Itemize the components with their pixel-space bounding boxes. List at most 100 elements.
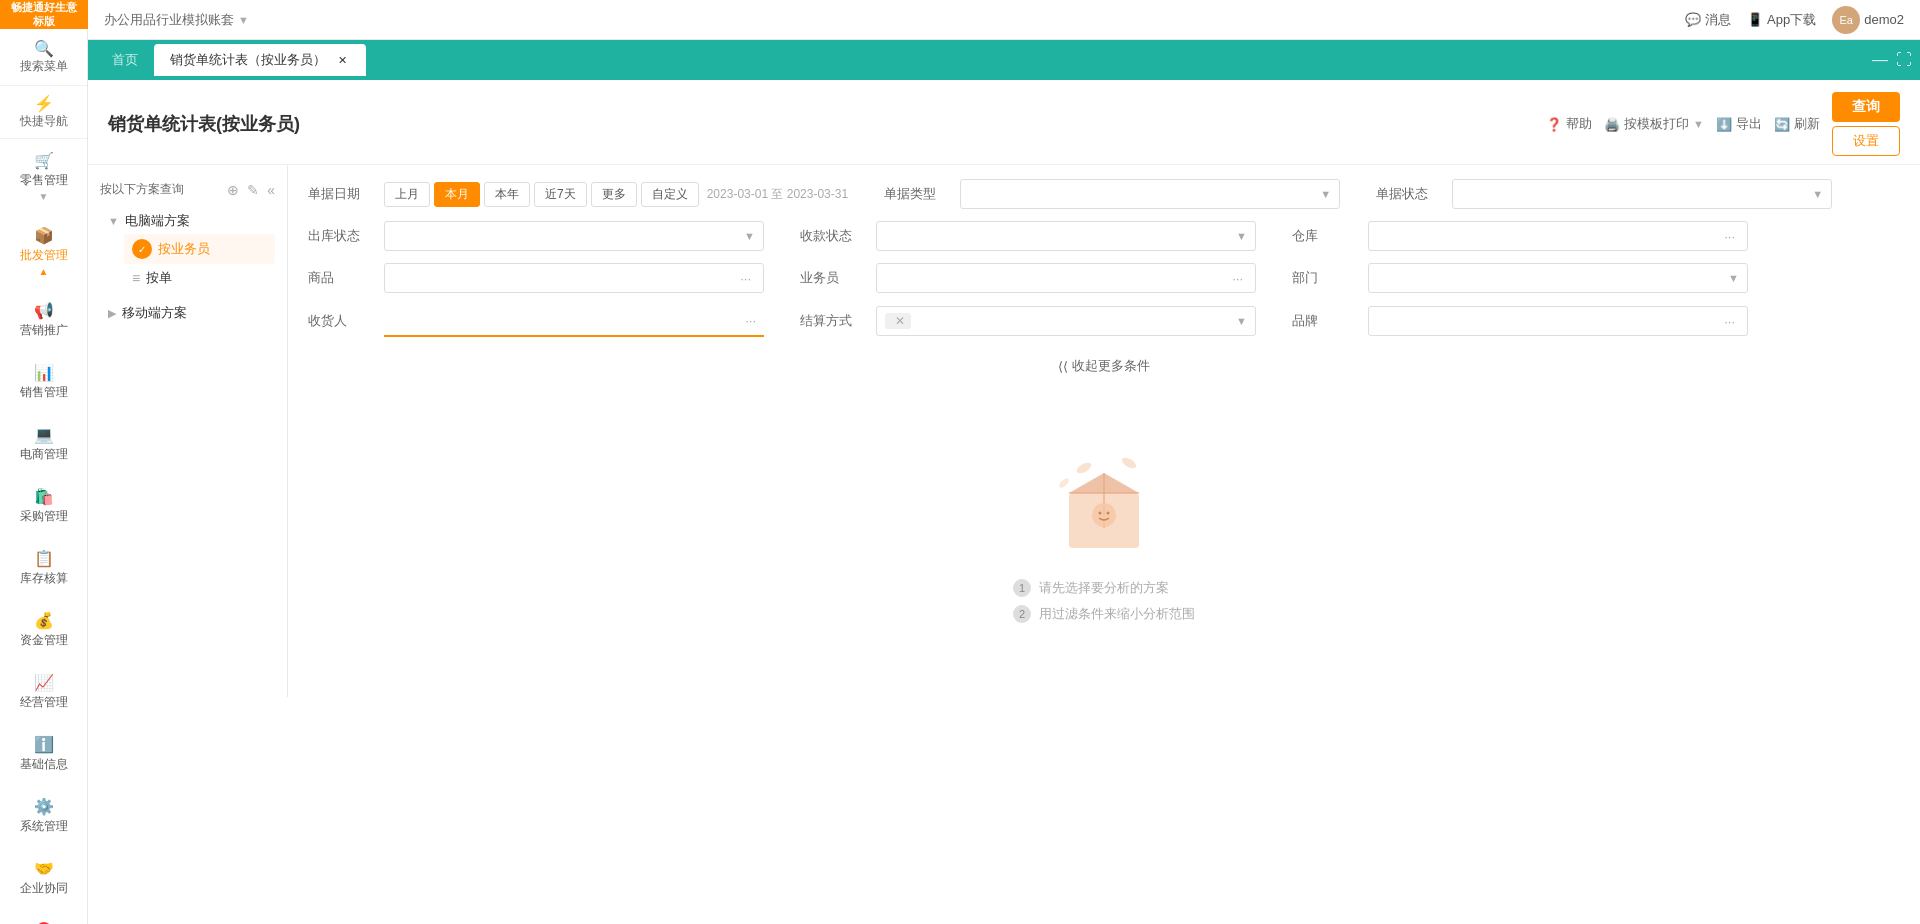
brand-dots-icon[interactable]: ···: [1720, 314, 1739, 329]
tab-maximize-icon[interactable]: ⛶: [1896, 51, 1912, 69]
template-print-btn[interactable]: 🖨️ 按模板打印 ▼: [1604, 115, 1704, 133]
sales-icon: 📊: [34, 363, 54, 382]
sidebar-search[interactable]: 🔍 搜索菜单: [0, 29, 87, 86]
salesman-dots-icon[interactable]: ···: [1228, 271, 1247, 286]
tab-sales-stat-label: 销货单统计表（按业务员）: [170, 51, 326, 69]
empty-state: 1 请先选择要分析的方案 2 用过滤条件来缩小分析范围: [308, 383, 1900, 683]
sidebar-item-ecommerce[interactable]: 💻 电商管理: [0, 413, 87, 475]
sidebar-item-management[interactable]: 📈 经营管理: [0, 661, 87, 723]
doc-type-select[interactable]: ▼: [960, 179, 1340, 209]
help-btn[interactable]: ❓ 帮助: [1546, 115, 1592, 133]
wholesale-icon: 📦: [34, 226, 54, 245]
date-btn-custom[interactable]: 自定义: [641, 182, 699, 207]
receiver-dots-icon[interactable]: ···: [741, 313, 760, 328]
svg-point-6: [1058, 477, 1071, 490]
settings-button[interactable]: 设置: [1832, 126, 1900, 156]
sidebar-item-system[interactable]: ⚙️ 系统管理: [0, 785, 87, 847]
left-panel-icons: ⊕ ✎ «: [227, 182, 275, 198]
print-icon: 🖨️: [1604, 117, 1620, 132]
tree-child-salesman[interactable]: ✓ 按业务员: [124, 234, 275, 264]
settlement-clear-icon[interactable]: ✕: [895, 314, 905, 328]
date-btn-last-month[interactable]: 上月: [384, 182, 430, 207]
goods-dots-icon[interactable]: ···: [736, 271, 755, 286]
guide-icon: 🎯: [34, 921, 54, 924]
sidebar-item-inventory[interactable]: 📋 库存核算: [0, 537, 87, 599]
sidebar-item-basic-info[interactable]: ℹ️ 基础信息: [0, 723, 87, 785]
cooperation-icon: 🤝: [34, 859, 54, 878]
tree-child-order[interactable]: ≡ 按单: [124, 264, 275, 292]
date-btn-7days[interactable]: 近7天: [534, 182, 587, 207]
tab-minimize-icon[interactable]: —: [1872, 51, 1888, 69]
chevron-right-icon: ▼: [39, 191, 49, 202]
topbar-left: 办公用品行业模拟账套 ▼: [104, 11, 249, 29]
warehouse-input[interactable]: ···: [1368, 221, 1748, 251]
tab-home-label: 首页: [112, 51, 138, 69]
dept-select[interactable]: ▼: [1368, 263, 1748, 293]
tab-close-icon[interactable]: ✕: [334, 52, 350, 68]
ecommerce-icon: 💻: [34, 425, 54, 444]
sidebar-item-guide[interactable]: 🎯 新手引导: [0, 909, 87, 924]
page: 销货单统计表(按业务员) ❓ 帮助 🖨️ 按模板打印 ▼ ⬇️ 导出: [88, 80, 1920, 924]
app-download-btn[interactable]: 📱 App下载: [1747, 11, 1816, 29]
date-range-display: 2023-03-01 至 2023-03-31: [707, 186, 848, 203]
sidebar-item-wholesale[interactable]: 📦 批发管理 ▲: [0, 214, 87, 289]
tree-desktop-label[interactable]: ▼ 电脑端方案: [100, 208, 275, 234]
refresh-icon: 🔄: [1774, 117, 1790, 132]
message-btn[interactable]: 💬 消息: [1685, 11, 1731, 29]
settlement-badge: ✕: [885, 313, 911, 329]
date-btn-this-year[interactable]: 本年: [484, 182, 530, 207]
svg-point-4: [1075, 461, 1093, 476]
goods-input[interactable]: ···: [384, 263, 764, 293]
user-menu[interactable]: Ea demo2: [1832, 6, 1904, 34]
purchase-icon: 🛍️: [34, 487, 54, 506]
tab-sales-stat[interactable]: 销货单统计表（按业务员） ✕: [154, 44, 366, 76]
edit-scheme-icon[interactable]: ✎: [247, 182, 259, 198]
chevron-down-icon: ▼: [238, 14, 249, 26]
sidebar-item-retail[interactable]: 🛒 零售管理 ▼: [0, 139, 87, 214]
salesman-input[interactable]: ···: [876, 263, 1256, 293]
filter-row-4: 收货人 ··· 结算方式 ✕: [308, 305, 1900, 337]
export-btn[interactable]: ⬇️ 导出: [1716, 115, 1762, 133]
out-status-select[interactable]: ▼: [384, 221, 764, 251]
marketing-icon: 📢: [34, 301, 54, 320]
basic-info-icon: ℹ️: [34, 735, 54, 754]
page-title: 销货单统计表(按业务员): [108, 112, 300, 136]
sidebar-item-purchase[interactable]: 🛍️ 采购管理: [0, 475, 87, 537]
query-button[interactable]: 查询: [1832, 92, 1900, 122]
tab-home[interactable]: 首页: [96, 44, 154, 76]
sidebar-item-sales[interactable]: 📊 销售管理: [0, 351, 87, 413]
receiver-input[interactable]: [388, 305, 741, 335]
topbar: 办公用品行业模拟账套 ▼ 💬 消息 📱 App下载 Ea demo2: [88, 0, 1920, 40]
tree-desktop-children: ✓ 按业务员 ≡ 按单: [100, 234, 275, 292]
collapse-filters-btn[interactable]: ⟨⟨ 收起更多条件: [308, 349, 1900, 383]
collapse-panel-icon[interactable]: «: [267, 182, 275, 198]
receive-status-chevron-icon: ▼: [1236, 230, 1247, 242]
order-icon: ≡: [132, 270, 140, 286]
receive-status-select[interactable]: ▼: [876, 221, 1256, 251]
sidebar-item-marketing[interactable]: 📢 营销推广: [0, 289, 87, 351]
empty-step-1: 1 请先选择要分析的方案: [1013, 579, 1169, 597]
help-icon: ❓: [1546, 117, 1562, 132]
sidebar-item-cooperation[interactable]: 🤝 企业协同: [0, 847, 87, 909]
svg-point-7: [1092, 503, 1116, 527]
brand-input[interactable]: ···: [1368, 306, 1748, 336]
chevron-up-icon: ▲: [39, 266, 49, 277]
tree-desktop-node: ▼ 电脑端方案 ✓ 按业务员 ≡ 按单: [88, 204, 287, 296]
doc-status-chevron-icon: ▼: [1812, 188, 1823, 200]
sidebar-quick-nav[interactable]: ⚡ 快捷导航: [0, 86, 87, 139]
doc-status-select[interactable]: ▼: [1452, 179, 1832, 209]
doc-type-chevron-icon: ▼: [1320, 188, 1331, 200]
tree-mobile-label[interactable]: ▶ 移动端方案: [100, 300, 275, 326]
date-btn-this-month[interactable]: 本月: [434, 182, 480, 207]
export-icon: ⬇️: [1716, 117, 1732, 132]
date-btn-more[interactable]: 更多: [591, 182, 637, 207]
sidebar-item-finance[interactable]: 💰 资金管理: [0, 599, 87, 661]
company-selector[interactable]: 办公用品行业模拟账套 ▼: [104, 11, 249, 29]
refresh-btn[interactable]: 🔄 刷新: [1774, 115, 1820, 133]
settlement-input[interactable]: ✕ ▼: [876, 306, 1256, 336]
add-scheme-icon[interactable]: ⊕: [227, 182, 239, 198]
right-panel: 单据日期 上月 本月 本年 近7天 更多 自定义 2023-03-01 至 20…: [288, 165, 1920, 697]
warehouse-dots-icon[interactable]: ···: [1720, 229, 1739, 244]
collapse-icon: ⟨⟨: [1058, 359, 1068, 374]
out-status-label: 出库状态: [308, 227, 368, 245]
